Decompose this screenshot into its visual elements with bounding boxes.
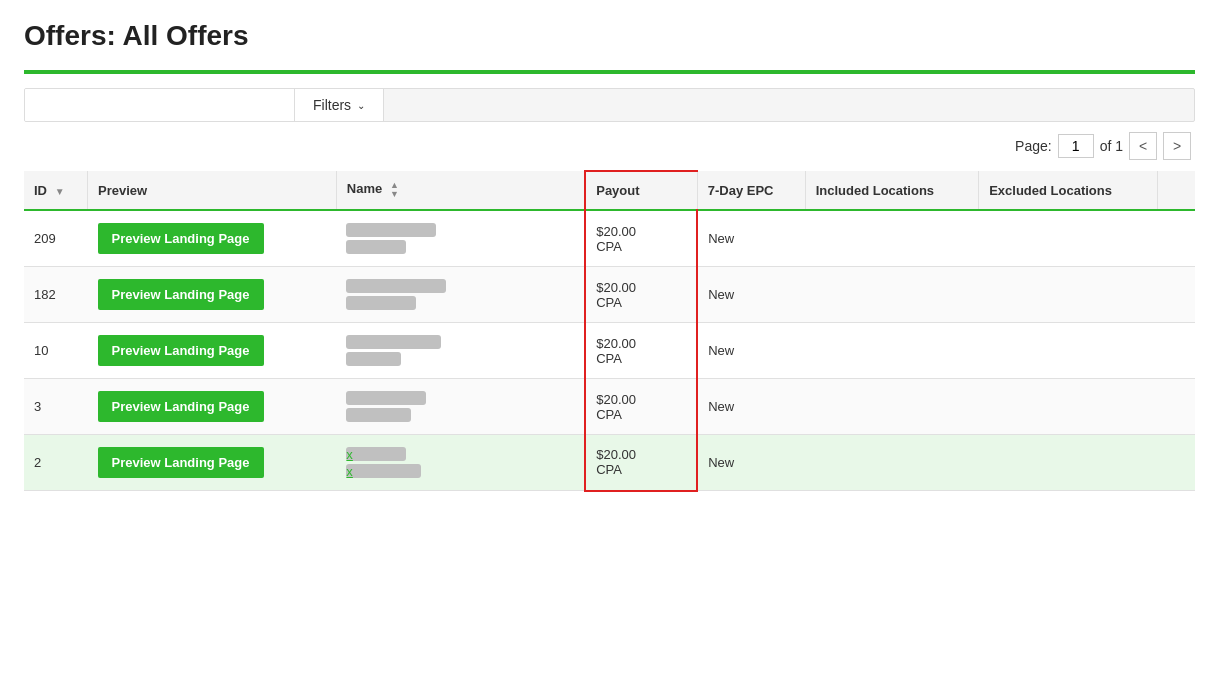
filters-button[interactable]: Filters ⌄ bbox=[295, 89, 384, 121]
search-input[interactable] bbox=[25, 89, 295, 121]
filters-label: Filters bbox=[313, 97, 351, 113]
cell-included bbox=[805, 267, 979, 323]
cell-extra bbox=[1158, 267, 1195, 323]
prev-page-button[interactable]: < bbox=[1129, 132, 1157, 160]
preview-landing-page-button[interactable]: Preview Landing Page bbox=[98, 279, 264, 310]
page-label: Page: bbox=[1015, 138, 1052, 154]
chevron-right-icon: > bbox=[1173, 138, 1181, 154]
cell-excluded bbox=[979, 379, 1158, 435]
cell-excluded bbox=[979, 435, 1158, 491]
cell-id: 2 bbox=[24, 435, 88, 491]
cell-epc: New bbox=[697, 323, 805, 379]
cell-epc: New bbox=[697, 379, 805, 435]
cell-excluded bbox=[979, 267, 1158, 323]
table-row: 182 Preview Landing Page xx$20.00CPANew bbox=[24, 267, 1195, 323]
cell-extra bbox=[1158, 210, 1195, 267]
offers-table: ID ▼ Preview Name ▲ ▼ Payout 7-Day EPC I… bbox=[24, 170, 1195, 492]
table-row: 10 Preview Landing Page xx$20.00CPANew bbox=[24, 323, 1195, 379]
col-header-payout: Payout bbox=[585, 171, 697, 210]
cell-epc: New bbox=[697, 435, 805, 491]
preview-landing-page-button[interactable]: Preview Landing Page bbox=[98, 335, 264, 366]
cell-name: xx bbox=[336, 210, 585, 267]
cell-payout: $20.00CPA bbox=[585, 267, 697, 323]
cell-payout: $20.00CPA bbox=[585, 323, 697, 379]
cell-included bbox=[805, 435, 979, 491]
cell-preview: Preview Landing Page bbox=[88, 267, 337, 323]
col-header-excluded: Excluded Locations bbox=[979, 171, 1158, 210]
next-page-button[interactable]: > bbox=[1163, 132, 1191, 160]
table-row: 3 Preview Landing Page xx$20.00CPANew bbox=[24, 379, 1195, 435]
cell-id: 209 bbox=[24, 210, 88, 267]
pagination-row: Page: 1 of 1 < > bbox=[24, 132, 1195, 160]
preview-landing-page-button[interactable]: Preview Landing Page bbox=[98, 391, 264, 422]
page-total: of 1 bbox=[1100, 138, 1123, 154]
cell-preview: Preview Landing Page bbox=[88, 435, 337, 491]
cell-preview: Preview Landing Page bbox=[88, 323, 337, 379]
cell-preview: Preview Landing Page bbox=[88, 379, 337, 435]
table-row: 209 Preview Landing Page xx$20.00CPANew bbox=[24, 210, 1195, 267]
cell-excluded bbox=[979, 210, 1158, 267]
cell-payout: $20.00CPA bbox=[585, 210, 697, 267]
sort-arrows-icon: ▲ ▼ bbox=[390, 181, 399, 199]
cell-extra bbox=[1158, 435, 1195, 491]
col-header-preview: Preview bbox=[88, 171, 337, 210]
cell-included bbox=[805, 323, 979, 379]
col-header-epc: 7-Day EPC bbox=[697, 171, 805, 210]
chevron-left-icon: < bbox=[1139, 138, 1147, 154]
cell-name: xx bbox=[336, 267, 585, 323]
table-row: 2 Preview Landing Page xx$20.00CPANew bbox=[24, 435, 1195, 491]
cell-extra bbox=[1158, 323, 1195, 379]
cell-name: xx bbox=[336, 323, 585, 379]
cell-id: 3 bbox=[24, 379, 88, 435]
preview-landing-page-button[interactable]: Preview Landing Page bbox=[98, 223, 264, 254]
col-header-included: Included Locations bbox=[805, 171, 979, 210]
cell-preview: Preview Landing Page bbox=[88, 210, 337, 267]
cell-extra bbox=[1158, 379, 1195, 435]
page-wrapper: Offers: All Offers Filters ⌄ Page: 1 of … bbox=[0, 0, 1219, 692]
col-header-name: Name ▲ ▼ bbox=[336, 171, 585, 210]
cell-included bbox=[805, 379, 979, 435]
cell-id: 10 bbox=[24, 323, 88, 379]
cell-excluded bbox=[979, 323, 1158, 379]
toolbar: Filters ⌄ bbox=[24, 88, 1195, 122]
chevron-down-icon: ⌄ bbox=[357, 100, 365, 111]
green-divider bbox=[24, 70, 1195, 74]
col-header-extra bbox=[1158, 171, 1195, 210]
sort-down-icon: ▼ bbox=[55, 186, 65, 197]
cell-name: xx bbox=[336, 379, 585, 435]
preview-landing-page-button[interactable]: Preview Landing Page bbox=[98, 447, 264, 478]
cell-name: xx bbox=[336, 435, 585, 491]
table-body: 209Preview Landing Pagexx$20.00CPANew182… bbox=[24, 210, 1195, 491]
cell-epc: New bbox=[697, 267, 805, 323]
cell-id: 182 bbox=[24, 267, 88, 323]
cell-payout: $20.00CPA bbox=[585, 379, 697, 435]
cell-payout: $20.00CPA bbox=[585, 435, 697, 491]
col-header-id: ID ▼ bbox=[24, 171, 88, 210]
page-title: Offers: All Offers bbox=[24, 20, 1195, 52]
table-header-row: ID ▼ Preview Name ▲ ▼ Payout 7-Day EPC I… bbox=[24, 171, 1195, 210]
cell-epc: New bbox=[697, 210, 805, 267]
page-number-input[interactable]: 1 bbox=[1058, 134, 1094, 158]
cell-included bbox=[805, 210, 979, 267]
